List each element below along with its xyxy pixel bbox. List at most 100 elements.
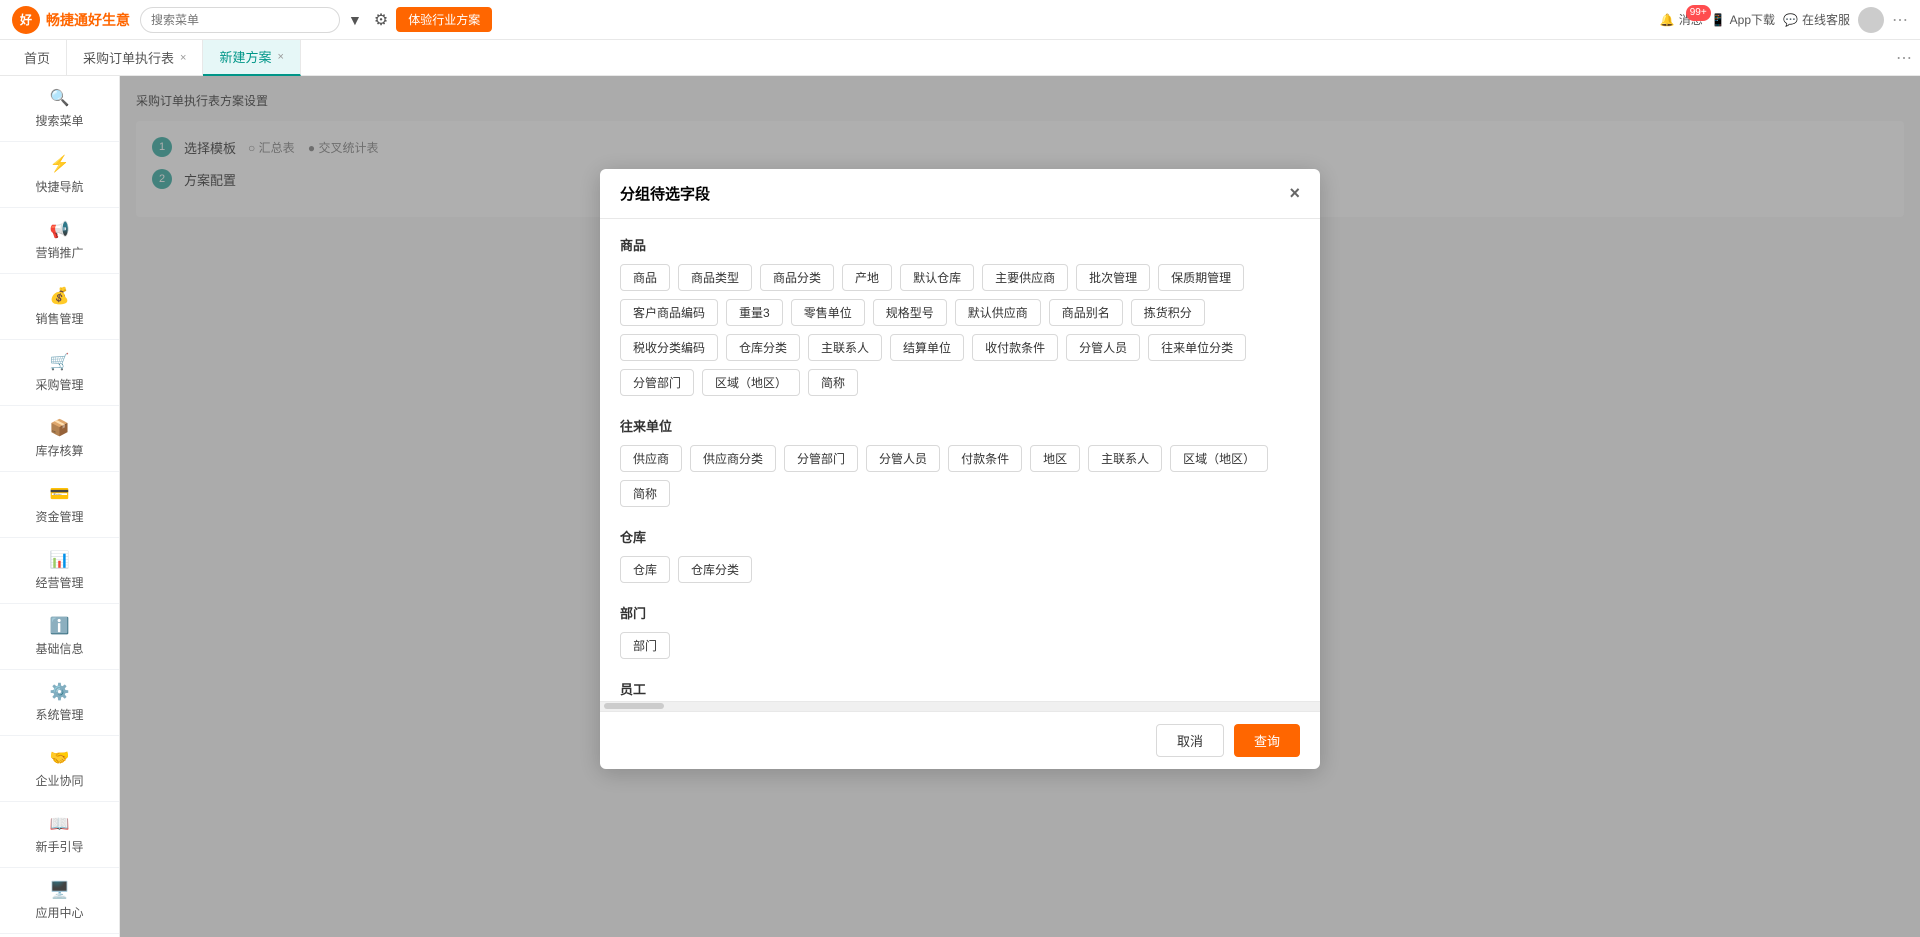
field-tag-goods-18[interactable]: 结算单位: [890, 334, 964, 361]
field-tag-goods-2[interactable]: 商品分类: [760, 264, 834, 291]
tab-purchase-list[interactable]: 采购订单执行表 ×: [67, 40, 203, 76]
tab-new-plan-label: 新建方案: [219, 47, 271, 66]
field-tag-warehouse-0[interactable]: 仓库: [620, 556, 670, 583]
field-tag-goods-4[interactable]: 默认仓库: [900, 264, 974, 291]
sidebar-finance-label: 资金管理: [35, 508, 83, 525]
field-tag-goods-8[interactable]: 客户商品编码: [620, 299, 718, 326]
field-tag-goods-6[interactable]: 批次管理: [1076, 264, 1150, 291]
field-tag-goods-12[interactable]: 默认供应商: [955, 299, 1041, 326]
modal-close-button[interactable]: ×: [1289, 183, 1300, 204]
experience-button[interactable]: 体验行业方案: [396, 7, 492, 32]
sidebar-item-marketing[interactable]: 📢 营销推广: [0, 208, 119, 274]
field-tag-goods-16[interactable]: 仓库分类: [726, 334, 800, 361]
section-title-employee: 员工: [620, 679, 1300, 698]
sidebar-item-collab[interactable]: 🤝 企业协同: [0, 736, 119, 802]
field-tag-goods-10[interactable]: 零售单位: [791, 299, 865, 326]
section-partner: 往来单位供应商供应商分类分管部门分管人员付款条件地区主联系人区域（地区）简称: [620, 416, 1300, 507]
sidebar-item-operations[interactable]: 📊 经营管理: [0, 538, 119, 604]
field-tag-goods-15[interactable]: 税收分类编码: [620, 334, 718, 361]
app-download-label: App下载: [1730, 11, 1775, 28]
section-department: 部门部门: [620, 603, 1300, 659]
settings-icon[interactable]: ⚙: [374, 10, 388, 30]
sales-icon: 💰: [50, 286, 70, 306]
app-download-btn[interactable]: 📱 App下载: [1711, 11, 1775, 28]
field-tag-goods-20[interactable]: 分管人员: [1066, 334, 1140, 361]
field-tag-goods-11[interactable]: 规格型号: [873, 299, 947, 326]
search-input[interactable]: [140, 7, 340, 33]
sidebar-purchase-label: 采购管理: [35, 376, 83, 393]
confirm-button[interactable]: 查询: [1234, 724, 1300, 757]
modal-header: 分组待选字段 ×: [600, 169, 1320, 219]
field-tag-goods-19[interactable]: 收付款条件: [972, 334, 1058, 361]
sidebar-item-purchase[interactable]: 🛒 采购管理: [0, 340, 119, 406]
tab-bar: 首页 采购订单执行表 × 新建方案 × ⋯: [0, 40, 1920, 76]
field-tag-goods-7[interactable]: 保质期管理: [1158, 264, 1244, 291]
field-tag-partner-8[interactable]: 简称: [620, 480, 670, 507]
guide-icon: 📖: [50, 814, 70, 834]
operations-icon: 📊: [50, 550, 70, 570]
search-icon[interactable]: ▼: [348, 12, 362, 28]
logo-icon: 好: [12, 6, 40, 34]
field-tag-partner-1[interactable]: 供应商分类: [690, 445, 776, 472]
tab-new-plan-close[interactable]: ×: [277, 51, 283, 63]
collab-icon: 🤝: [50, 748, 70, 768]
sidebar-item-basics[interactable]: ℹ️ 基础信息: [0, 604, 119, 670]
field-tag-goods-0[interactable]: 商品: [620, 264, 670, 291]
section-goods: 商品商品商品类型商品分类产地默认仓库主要供应商批次管理保质期管理客户商品编码重量…: [620, 235, 1300, 396]
tab-purchase-close[interactable]: ×: [180, 52, 186, 64]
sidebar-item-inventory[interactable]: 📦 库存核算: [0, 406, 119, 472]
notification-btn[interactable]: 🔔 消息 99+: [1660, 11, 1703, 28]
sidebar-inventory-label: 库存核算: [35, 442, 83, 459]
field-tag-goods-9[interactable]: 重量3: [726, 299, 783, 326]
tab-expand-icon[interactable]: ⋯: [1896, 48, 1912, 68]
cancel-button[interactable]: 取消: [1156, 724, 1224, 757]
field-tag-partner-2[interactable]: 分管部门: [784, 445, 858, 472]
field-tag-goods-17[interactable]: 主联系人: [808, 334, 882, 361]
avatar[interactable]: [1858, 7, 1884, 33]
sidebar-basics-label: 基础信息: [35, 640, 83, 657]
field-tag-goods-13[interactable]: 商品别名: [1049, 299, 1123, 326]
field-tag-goods-3[interactable]: 产地: [842, 264, 892, 291]
field-tag-goods-1[interactable]: 商品类型: [678, 264, 752, 291]
sidebar-item-finance[interactable]: 💳 资金管理: [0, 472, 119, 538]
online-service-btn[interactable]: 💬 在线客服: [1783, 11, 1850, 28]
sidebar-item-apps[interactable]: 🖥️ 应用中心: [0, 868, 119, 934]
field-tag-goods-24[interactable]: 简称: [808, 369, 858, 396]
sidebar-item-sales[interactable]: 💰 销售管理: [0, 274, 119, 340]
sidebar-item-guide[interactable]: 📖 新手引导: [0, 802, 119, 868]
field-tag-goods-22[interactable]: 分管部门: [620, 369, 694, 396]
field-tag-partner-4[interactable]: 付款条件: [948, 445, 1022, 472]
inventory-icon: 📦: [50, 418, 70, 438]
basics-icon: ℹ️: [50, 616, 70, 636]
section-warehouse: 仓库仓库仓库分类: [620, 527, 1300, 583]
quick-nav-icon: ⚡: [50, 154, 70, 174]
field-tag-partner-6[interactable]: 主联系人: [1088, 445, 1162, 472]
notification-badge: 99+: [1686, 5, 1711, 21]
tab-home[interactable]: 首页: [8, 40, 67, 76]
field-tag-partner-0[interactable]: 供应商: [620, 445, 682, 472]
field-tag-partner-7[interactable]: 区域（地区）: [1170, 445, 1268, 472]
field-tag-goods-5[interactable]: 主要供应商: [982, 264, 1068, 291]
sidebar-item-quick-nav[interactable]: ⚡ 快捷导航: [0, 142, 119, 208]
field-tag-warehouse-1[interactable]: 仓库分类: [678, 556, 752, 583]
field-tag-partner-5[interactable]: 地区: [1030, 445, 1080, 472]
field-tag-department-0[interactable]: 部门: [620, 632, 670, 659]
sidebar-item-system[interactable]: ⚙️ 系统管理: [0, 670, 119, 736]
field-tags-warehouse: 仓库仓库分类: [620, 556, 1300, 583]
section-employee: 员工业务员: [620, 679, 1300, 702]
tab-new-plan[interactable]: 新建方案 ×: [203, 40, 300, 76]
finance-icon: 💳: [50, 484, 70, 504]
field-tag-partner-3[interactable]: 分管人员: [866, 445, 940, 472]
modal-horizontal-scrollbar[interactable]: [600, 701, 1320, 710]
app-title: 畅捷通好生意: [46, 10, 130, 30]
modal-title: 分组待选字段: [620, 183, 710, 204]
search-menu-icon: 🔍: [50, 88, 70, 108]
sidebar-item-search[interactable]: 🔍 搜索菜单: [0, 76, 119, 142]
field-selection-modal: 分组待选字段 × 商品商品商品类型商品分类产地默认仓库主要供应商批次管理保质期管…: [600, 169, 1320, 769]
field-tag-goods-21[interactable]: 往来单位分类: [1148, 334, 1246, 361]
sidebar-apps-label: 应用中心: [35, 904, 83, 921]
field-tag-goods-14[interactable]: 拣货积分: [1131, 299, 1205, 326]
field-tag-goods-23[interactable]: 区域（地区）: [702, 369, 800, 396]
marketing-icon: 📢: [50, 220, 70, 240]
sidebar-collab-label: 企业协同: [35, 772, 83, 789]
